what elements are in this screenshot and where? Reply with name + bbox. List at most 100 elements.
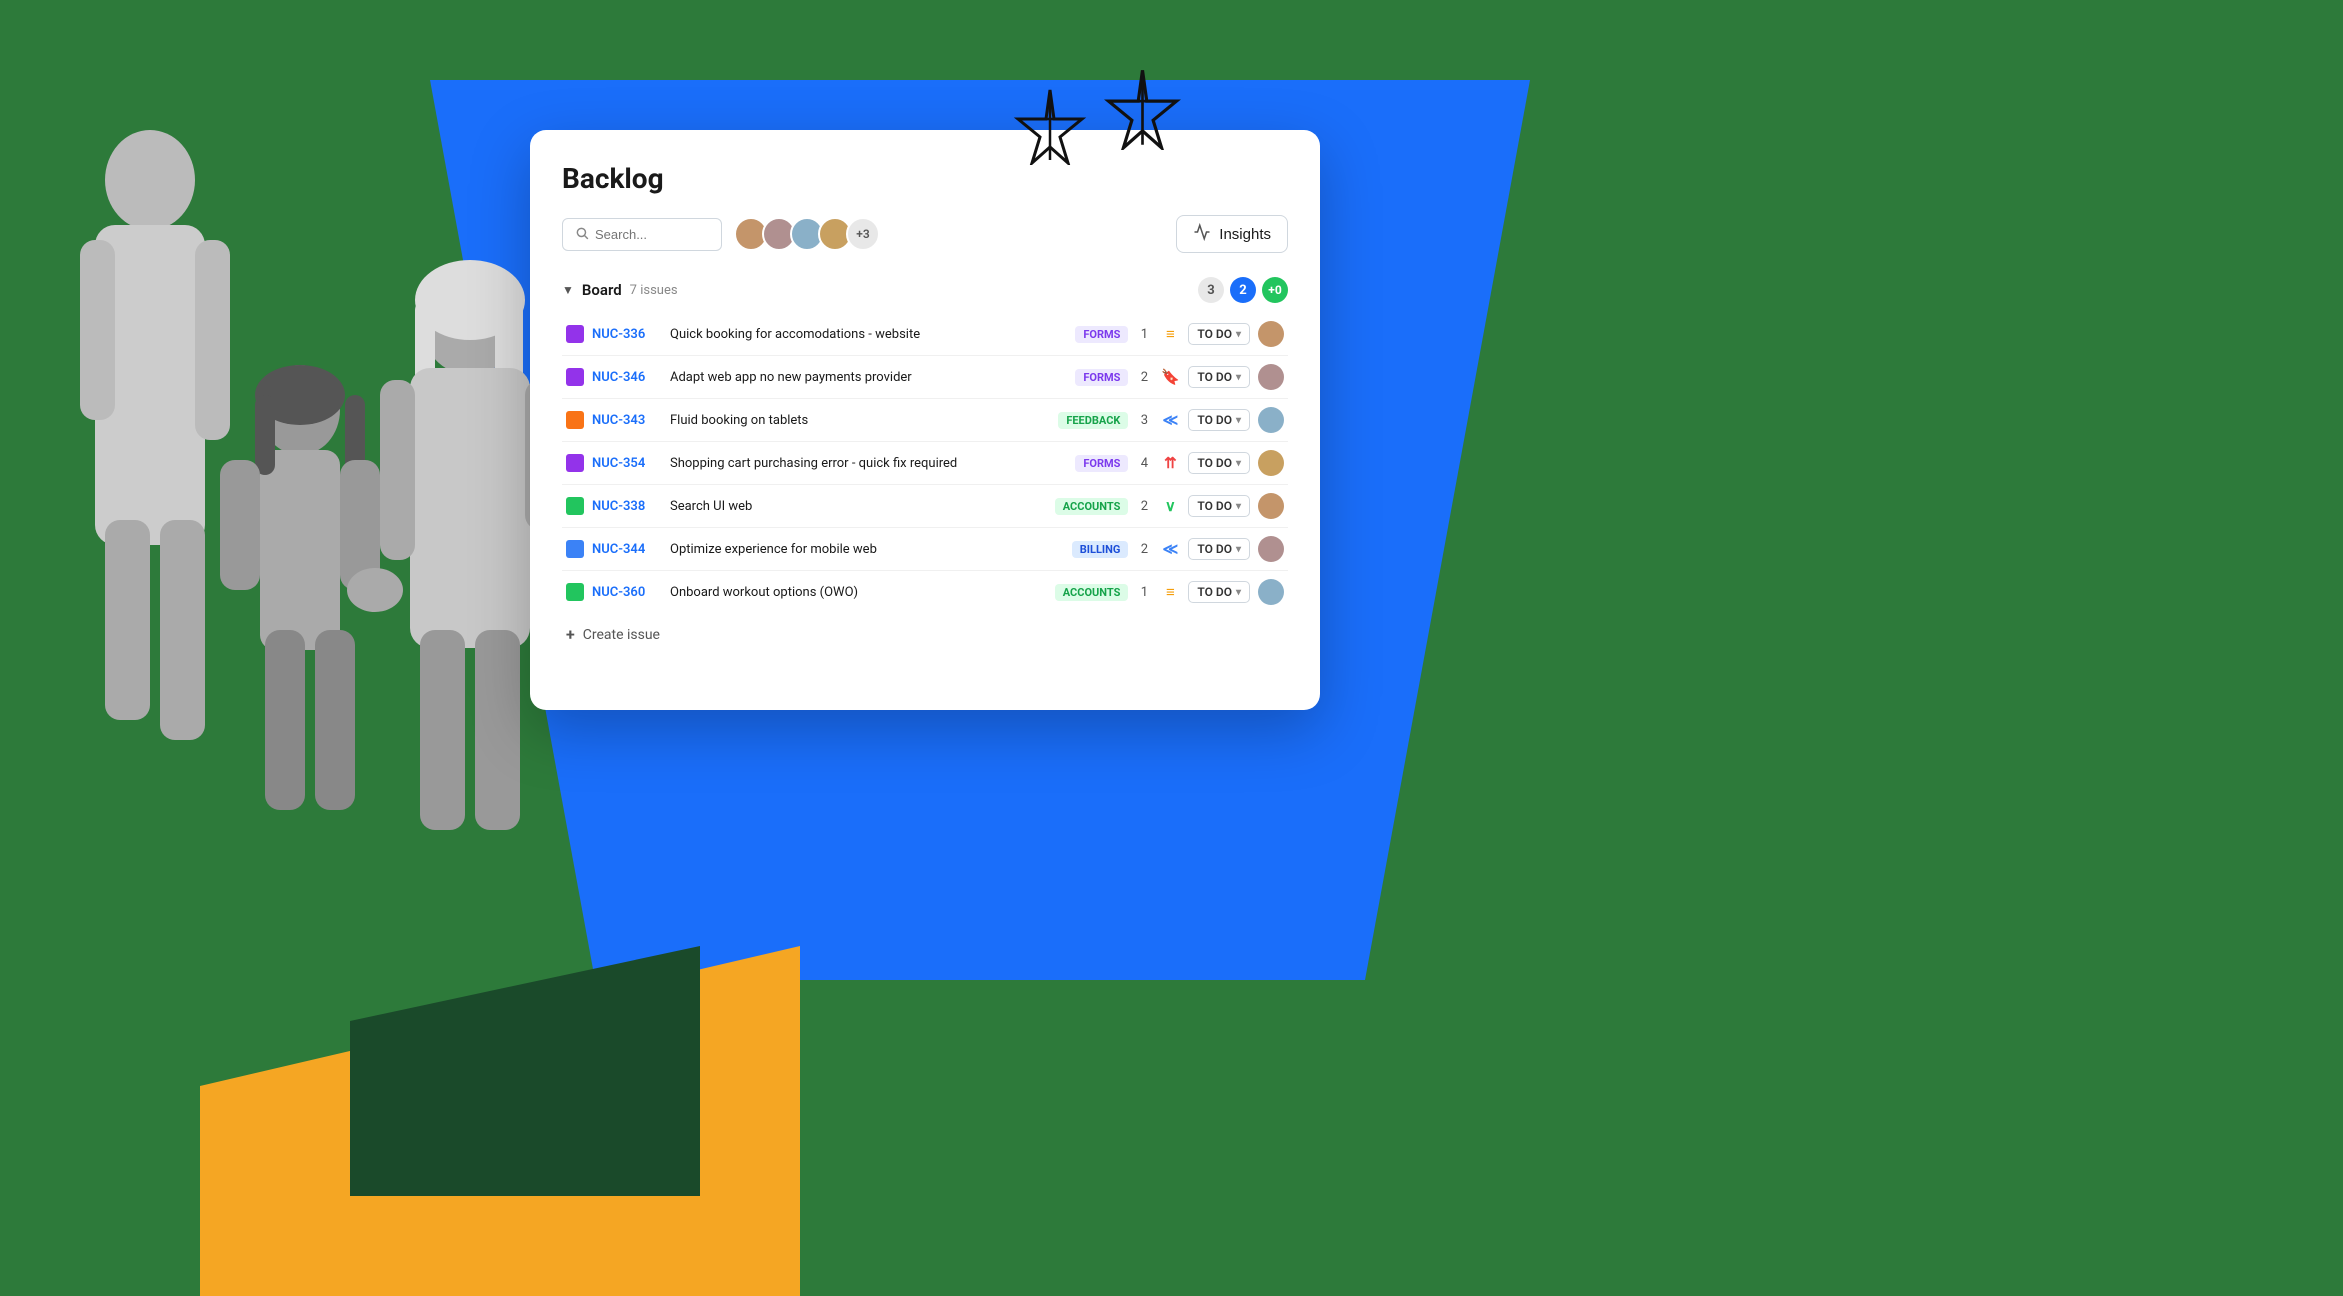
- issue-type-icon: [566, 454, 584, 472]
- todo-chevron: ▾: [1236, 415, 1241, 426]
- avatar-group: +3: [734, 217, 880, 251]
- people-illustration: [20, 100, 600, 980]
- toolbar: +3 Insights: [562, 215, 1288, 253]
- table-row[interactable]: NUC-343 Fluid booking on tablets FEEDBAC…: [562, 399, 1288, 442]
- issue-id[interactable]: NUC-344: [592, 542, 662, 557]
- issue-num: 1: [1136, 585, 1152, 600]
- todo-chevron: ▾: [1236, 329, 1241, 340]
- board-section-title: Board: [582, 281, 622, 299]
- issue-id[interactable]: NUC-360: [592, 585, 662, 600]
- section-badges: 3 2 +0: [1198, 277, 1288, 303]
- issue-num: 2: [1136, 542, 1152, 557]
- insights-label: Insights: [1219, 226, 1271, 243]
- todo-status-badge[interactable]: TO DO ▾: [1188, 452, 1250, 474]
- issue-id[interactable]: NUC-338: [592, 499, 662, 514]
- star-decoration-2: [1100, 65, 1185, 150]
- issue-title: Optimize experience for mobile web: [670, 542, 1064, 557]
- issue-title: Search UI web: [670, 499, 1047, 514]
- row-avatar[interactable]: [1258, 493, 1284, 519]
- issue-num: 3: [1136, 413, 1152, 428]
- todo-status-badge[interactable]: TO DO ▾: [1188, 409, 1250, 431]
- priority-icon: ≪: [1160, 540, 1180, 558]
- table-row[interactable]: NUC-354 Shopping cart purchasing error -…: [562, 442, 1288, 485]
- issue-tag[interactable]: FORMS: [1075, 455, 1128, 472]
- table-row[interactable]: NUC-360 Onboard workout options (OWO) AC…: [562, 571, 1288, 613]
- issue-tag[interactable]: FEEDBACK: [1058, 412, 1128, 429]
- issue-tag[interactable]: FORMS: [1075, 326, 1128, 343]
- todo-label: TO DO: [1197, 413, 1232, 427]
- page-title: Backlog: [562, 162, 1288, 195]
- plus-icon: +: [566, 625, 575, 644]
- table-row[interactable]: NUC-346 Adapt web app no new payments pr…: [562, 356, 1288, 399]
- priority-icon: 🔖: [1160, 368, 1180, 386]
- issue-type-icon: [566, 583, 584, 601]
- issue-num: 1: [1136, 327, 1152, 342]
- issues-list: NUC-336 Quick booking for accomodations …: [562, 313, 1288, 613]
- board-section-header: ▼ Board 7 issues 3 2 +0: [562, 271, 1288, 309]
- todo-status-badge[interactable]: TO DO ▾: [1188, 538, 1250, 560]
- issue-num: 2: [1136, 370, 1152, 385]
- todo-label: TO DO: [1197, 456, 1232, 470]
- issue-num: 4: [1136, 456, 1152, 471]
- priority-icon: ≡: [1160, 583, 1180, 601]
- avatar-more[interactable]: +3: [846, 217, 880, 251]
- todo-label: TO DO: [1197, 542, 1232, 556]
- issue-type-icon: [566, 368, 584, 386]
- todo-label: TO DO: [1197, 585, 1232, 599]
- todo-chevron: ▾: [1236, 458, 1241, 469]
- issue-type-icon: [566, 497, 584, 515]
- todo-status-badge[interactable]: TO DO ▾: [1188, 323, 1250, 345]
- todo-label: TO DO: [1197, 327, 1232, 341]
- create-issue-label: Create issue: [583, 627, 660, 643]
- issue-id[interactable]: NUC-343: [592, 413, 662, 428]
- row-avatar[interactable]: [1258, 407, 1284, 433]
- priority-icon: ⇈: [1160, 454, 1180, 472]
- app-card: Backlog +3: [530, 130, 1320, 710]
- priority-icon: ≪: [1160, 411, 1180, 429]
- issue-title: Quick booking for accomodations - websit…: [670, 327, 1067, 342]
- todo-status-badge[interactable]: TO DO ▾: [1188, 581, 1250, 603]
- chevron-icon[interactable]: ▼: [562, 283, 574, 297]
- search-icon: [575, 225, 589, 244]
- issue-type-icon: [566, 411, 584, 429]
- toolbar-left: +3: [562, 217, 880, 251]
- todo-status-badge[interactable]: TO DO ▾: [1188, 495, 1250, 517]
- search-box[interactable]: [562, 218, 722, 251]
- row-avatar[interactable]: [1258, 579, 1284, 605]
- table-row[interactable]: NUC-338 Search UI web ACCOUNTS 2 ∨ TO DO…: [562, 485, 1288, 528]
- issue-tag[interactable]: ACCOUNTS: [1055, 584, 1129, 601]
- issue-tag[interactable]: FORMS: [1075, 369, 1128, 386]
- badge-blue: 2: [1230, 277, 1256, 303]
- todo-chevron: ▾: [1236, 501, 1241, 512]
- todo-chevron: ▾: [1236, 544, 1241, 555]
- row-avatar[interactable]: [1258, 321, 1284, 347]
- todo-label: TO DO: [1197, 499, 1232, 513]
- todo-chevron: ▾: [1236, 587, 1241, 598]
- bg-dark-green-shape: [350, 946, 700, 1196]
- star-decoration-1: [1010, 85, 1090, 165]
- row-avatar[interactable]: [1258, 364, 1284, 390]
- badge-gray: 3: [1198, 277, 1224, 303]
- insights-button[interactable]: Insights: [1176, 215, 1288, 253]
- priority-icon: ≡: [1160, 325, 1180, 343]
- issue-title: Fluid booking on tablets: [670, 413, 1050, 428]
- issue-tag[interactable]: ACCOUNTS: [1055, 498, 1129, 515]
- create-issue-row[interactable]: + Create issue: [562, 613, 1288, 644]
- issue-id[interactable]: NUC-346: [592, 370, 662, 385]
- issue-count: 7 issues: [630, 283, 678, 298]
- issue-title: Shopping cart purchasing error - quick f…: [670, 456, 1067, 471]
- todo-status-badge[interactable]: TO DO ▾: [1188, 366, 1250, 388]
- row-avatar[interactable]: [1258, 536, 1284, 562]
- table-row[interactable]: NUC-336 Quick booking for accomodations …: [562, 313, 1288, 356]
- issue-id[interactable]: NUC-336: [592, 327, 662, 342]
- badge-green: +0: [1262, 277, 1288, 303]
- row-avatar[interactable]: [1258, 450, 1284, 476]
- issue-type-icon: [566, 540, 584, 558]
- issue-title: Onboard workout options (OWO): [670, 585, 1047, 600]
- table-row[interactable]: NUC-344 Optimize experience for mobile w…: [562, 528, 1288, 571]
- section-left: ▼ Board 7 issues: [562, 281, 678, 299]
- issue-id[interactable]: NUC-354: [592, 456, 662, 471]
- search-input[interactable]: [595, 227, 695, 242]
- issue-tag[interactable]: BILLING: [1072, 541, 1129, 558]
- issue-title: Adapt web app no new payments provider: [670, 370, 1067, 385]
